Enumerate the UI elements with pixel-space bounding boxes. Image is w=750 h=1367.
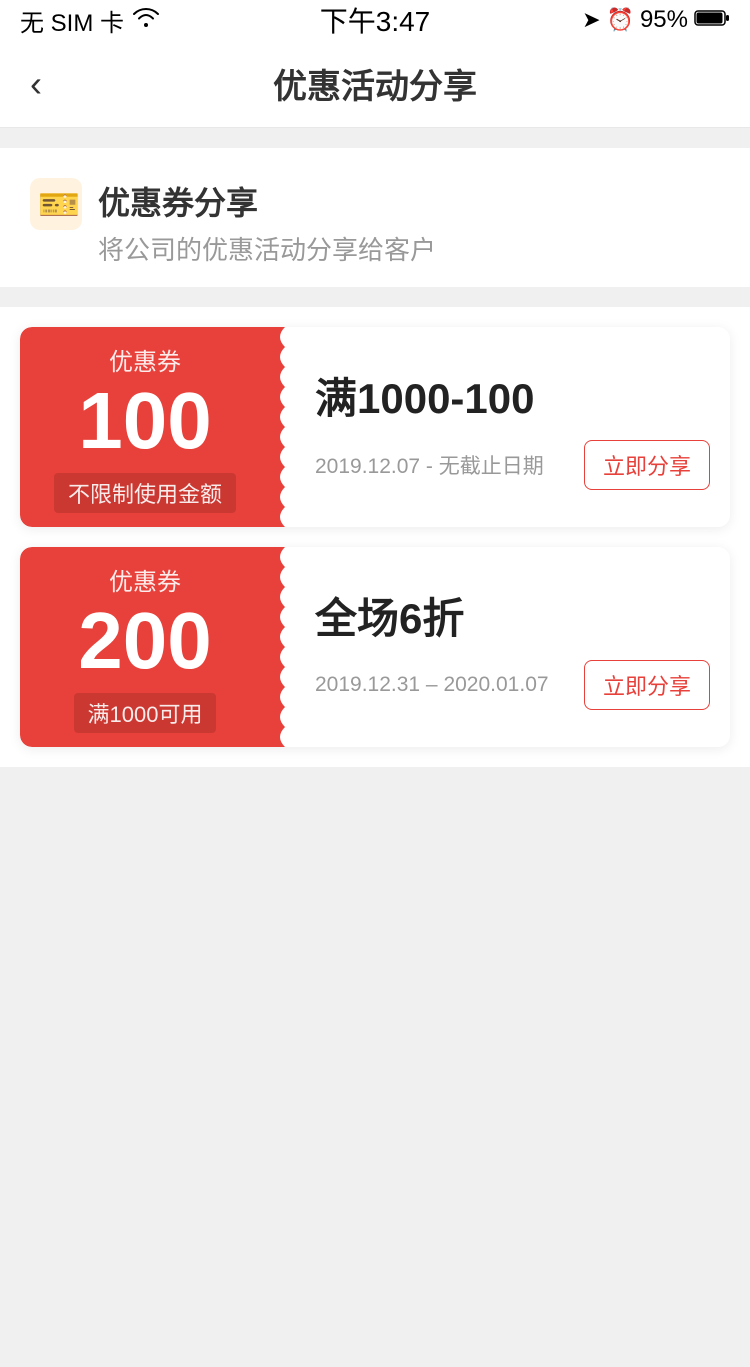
coupon-2-type: 优惠券 — [109, 562, 181, 597]
coupon-card-1: 优惠券 100 不限制使用金额 满1000-100 2019.12.07 - 无… — [20, 327, 730, 527]
status-bar: 无 SIM 卡 下午3:47 ➤ ⏰ 95% — [0, 0, 750, 40]
coupon-list: 优惠券 100 不限制使用金额 满1000-100 2019.12.07 - 无… — [0, 307, 750, 767]
status-right: ➤ ⏰ 95% — [582, 6, 730, 34]
coupon-1-title: 满1000-100 — [315, 365, 710, 426]
svg-text:🎫: 🎫 — [38, 186, 80, 224]
coupon-2-amount: 200 — [78, 597, 211, 685]
coupon-icon: 🎫 — [30, 178, 82, 230]
wifi-icon — [132, 6, 160, 34]
bottom-empty-area — [0, 767, 750, 1367]
coupon-1-share-button[interactable]: 立即分享 — [584, 440, 710, 490]
location-icon: ➤ — [582, 7, 600, 33]
coupon-1-condition: 不限制使用金额 — [54, 473, 236, 513]
coupon-1-type: 优惠券 — [109, 342, 181, 377]
battery-label: 95% — [640, 6, 688, 34]
coupon-2-date: 2019.12.31 – 2020.01.07 — [315, 673, 572, 697]
carrier-label: 无 SIM 卡 — [20, 3, 124, 38]
coupon-1-date: 2019.12.07 - 无截止日期 — [315, 450, 572, 480]
page-title: 优惠活动分享 — [273, 59, 477, 108]
status-left: 无 SIM 卡 — [20, 3, 160, 38]
status-time: 下午3:47 — [320, 0, 431, 40]
coupon-2-share-button[interactable]: 立即分享 — [584, 660, 710, 710]
alarm-icon: ⏰ — [607, 7, 634, 33]
coupon-2-title: 全场6折 — [315, 585, 710, 646]
coupon-card-2: 优惠券 200 满1000可用 全场6折 2019.12.31 – 2020.0… — [20, 547, 730, 747]
coupon-2-condition: 满1000可用 — [74, 693, 217, 733]
battery-icon — [694, 6, 730, 34]
section-title: 优惠券分享 — [98, 178, 436, 224]
section-subtitle: 将公司的优惠活动分享给客户 — [98, 230, 436, 267]
section-text: 优惠券分享 将公司的优惠活动分享给客户 — [98, 178, 436, 267]
coupon-1-amount: 100 — [78, 377, 211, 465]
back-button[interactable]: ‹ — [30, 63, 42, 105]
nav-bar: ‹ 优惠活动分享 — [0, 40, 750, 128]
section-header: 🎫 优惠券分享 将公司的优惠活动分享给客户 — [0, 148, 750, 287]
